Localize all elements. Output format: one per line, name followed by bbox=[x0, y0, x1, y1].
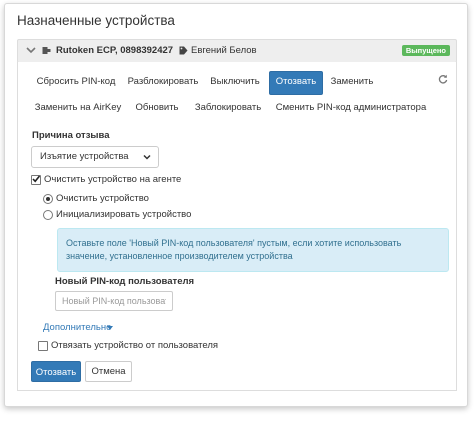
revoke-submit-button[interactable]: Отозвать bbox=[31, 361, 81, 382]
unblock-button[interactable]: Разблокировать bbox=[122, 71, 204, 93]
radio-selected-dot bbox=[46, 197, 50, 201]
info-alert: Оставьте поле 'Новый PIN-код пользовател… bbox=[57, 228, 449, 272]
device-name: Rutoken ECP, 0898392427 bbox=[56, 45, 174, 56]
revoke-reason-label: Причина отзыва bbox=[32, 130, 110, 141]
new-pin-input[interactable] bbox=[55, 291, 173, 311]
revoke-button[interactable]: Отозвать bbox=[269, 71, 323, 95]
change-admin-pin-button[interactable]: Сменить PIN-код администратора bbox=[268, 97, 434, 119]
revoke-reason-value: Изъятие устройства bbox=[40, 151, 129, 162]
device-user-name: Евгений Белов bbox=[191, 45, 257, 56]
page-title: Назначенные устройства bbox=[17, 13, 175, 28]
user-tag-icon bbox=[179, 46, 188, 55]
revoke-reason-select[interactable]: Изъятие устройства bbox=[31, 146, 159, 168]
device-header[interactable]: Rutoken ECP, 0898392427 Евгений Белов Вы… bbox=[17, 39, 457, 63]
unbind-user-checkbox[interactable] bbox=[38, 341, 48, 351]
chevron-down-icon[interactable] bbox=[26, 45, 36, 55]
initialize-device-radio[interactable] bbox=[43, 210, 53, 220]
clean-on-agent-label: Очистить устройство на агенте bbox=[44, 174, 182, 185]
assigned-devices-card: Назначенные устройства Rutoken ECP, 0898… bbox=[4, 3, 468, 407]
refresh-icon[interactable] bbox=[438, 74, 448, 84]
new-pin-label: Новый PIN-код пользователя bbox=[55, 276, 195, 287]
status-badge: Выпущено bbox=[401, 45, 450, 56]
advanced-link[interactable]: Дополнительно bbox=[43, 322, 111, 333]
replace-button[interactable]: Заменить bbox=[324, 71, 380, 93]
clean-device-radio[interactable] bbox=[43, 194, 53, 204]
caret-down-icon[interactable] bbox=[107, 326, 113, 330]
clean-on-agent-checkbox[interactable] bbox=[31, 175, 41, 185]
unbind-user-label: Отвязать устройство от пользователя bbox=[51, 340, 219, 351]
update-button[interactable]: Обновить bbox=[126, 97, 188, 119]
block-button[interactable]: Заблокировать bbox=[188, 97, 268, 119]
chevron-down-icon bbox=[143, 154, 151, 160]
info-alert-text: Оставьте поле 'Новый PIN-код пользовател… bbox=[66, 238, 402, 261]
initialize-device-label: Инициализировать устройство bbox=[56, 209, 192, 220]
clean-device-label: Очистить устройство bbox=[56, 193, 149, 204]
token-device-icon bbox=[42, 47, 51, 54]
reset-pin-button[interactable]: Сбросить PIN-код bbox=[30, 71, 122, 93]
replace-with-airkey-button[interactable]: Заменить на AirKey bbox=[30, 97, 126, 119]
cancel-button[interactable]: Отмена bbox=[85, 361, 132, 382]
checkmark-icon bbox=[32, 175, 41, 183]
disable-button[interactable]: Выключить bbox=[204, 71, 266, 93]
